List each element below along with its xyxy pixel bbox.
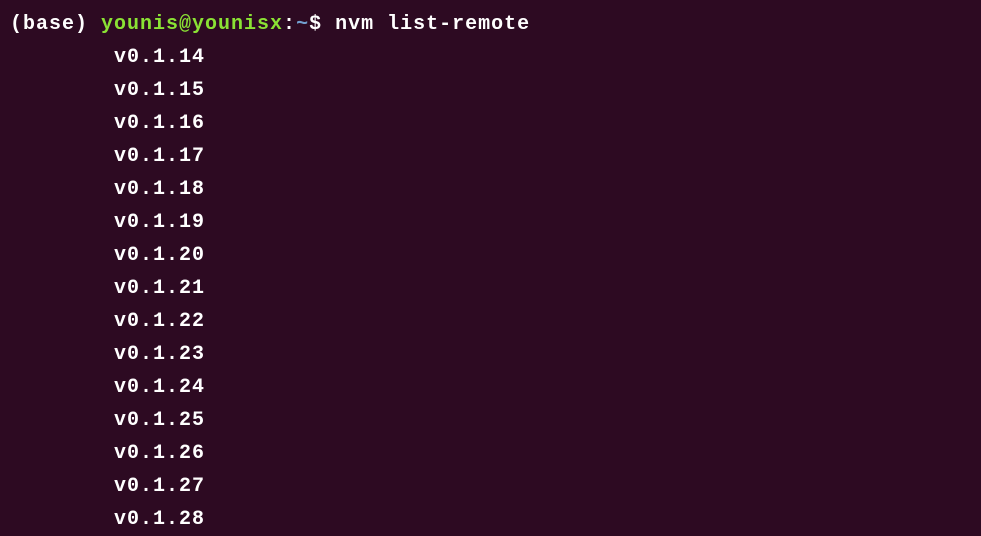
version-line: v0.1.26 <box>10 437 971 470</box>
version-line: v0.1.17 <box>10 140 971 173</box>
version-line: v0.1.25 <box>10 404 971 437</box>
user-host: younis@younisx <box>101 13 283 36</box>
version-line: v0.1.19 <box>10 206 971 239</box>
version-line: v0.1.18 <box>10 173 971 206</box>
terminal-prompt-line[interactable]: (base) younis@younisx:~$ nvm list-remote <box>10 8 971 41</box>
version-line: v0.1.15 <box>10 74 971 107</box>
version-line: v0.1.22 <box>10 305 971 338</box>
version-line: v0.1.27 <box>10 470 971 503</box>
command-input: nvm list-remote <box>335 13 530 36</box>
version-line: v0.1.23 <box>10 338 971 371</box>
version-line: v0.1.21 <box>10 272 971 305</box>
current-path: ~ <box>296 13 309 36</box>
version-line: v0.1.24 <box>10 371 971 404</box>
prompt-colon: : <box>283 13 296 36</box>
version-line: v0.1.14 <box>10 41 971 74</box>
version-line: v0.1.28 <box>10 503 971 536</box>
command-output: v0.1.14 v0.1.15 v0.1.16 v0.1.17 v0.1.18 … <box>10 41 971 536</box>
version-line: v0.1.16 <box>10 107 971 140</box>
version-line: v0.1.20 <box>10 239 971 272</box>
prompt-dollar: $ <box>309 13 335 36</box>
env-prefix: (base) <box>10 13 101 36</box>
